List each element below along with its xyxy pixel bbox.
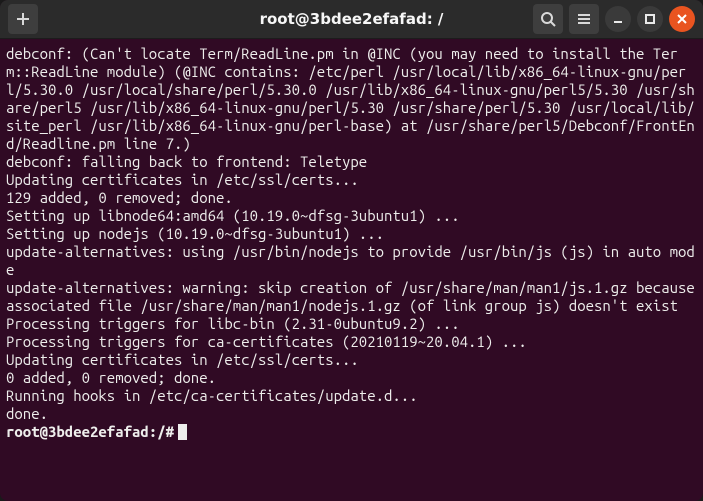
maximize-icon [644, 13, 656, 25]
minimize-button[interactable] [605, 6, 631, 32]
maximize-button[interactable] [637, 6, 663, 32]
shell-prompt: root@3bdee2efafad:/# [6, 423, 174, 441]
hamburger-icon [576, 11, 592, 27]
window-controls [605, 6, 695, 32]
terminal-output: debconf: (Can't locate Term/ReadLine.pm … [6, 45, 703, 422]
menu-button[interactable] [569, 4, 599, 34]
terminal-window: root@3bdee2efafad: / debconf: (Can't loc… [0, 0, 703, 501]
minimize-icon [612, 13, 624, 25]
terminal-area[interactable]: debconf: (Can't locate Term/ReadLine.pm … [0, 39, 703, 501]
plus-icon [15, 11, 31, 27]
search-button[interactable] [533, 4, 563, 34]
close-icon [676, 13, 688, 25]
new-tab-button[interactable] [8, 4, 38, 34]
close-button[interactable] [669, 6, 695, 32]
cursor [178, 424, 187, 440]
search-icon [540, 11, 556, 27]
prompt-line: root@3bdee2efafad:/# [6, 423, 697, 441]
titlebar: root@3bdee2efafad: / [0, 0, 703, 39]
